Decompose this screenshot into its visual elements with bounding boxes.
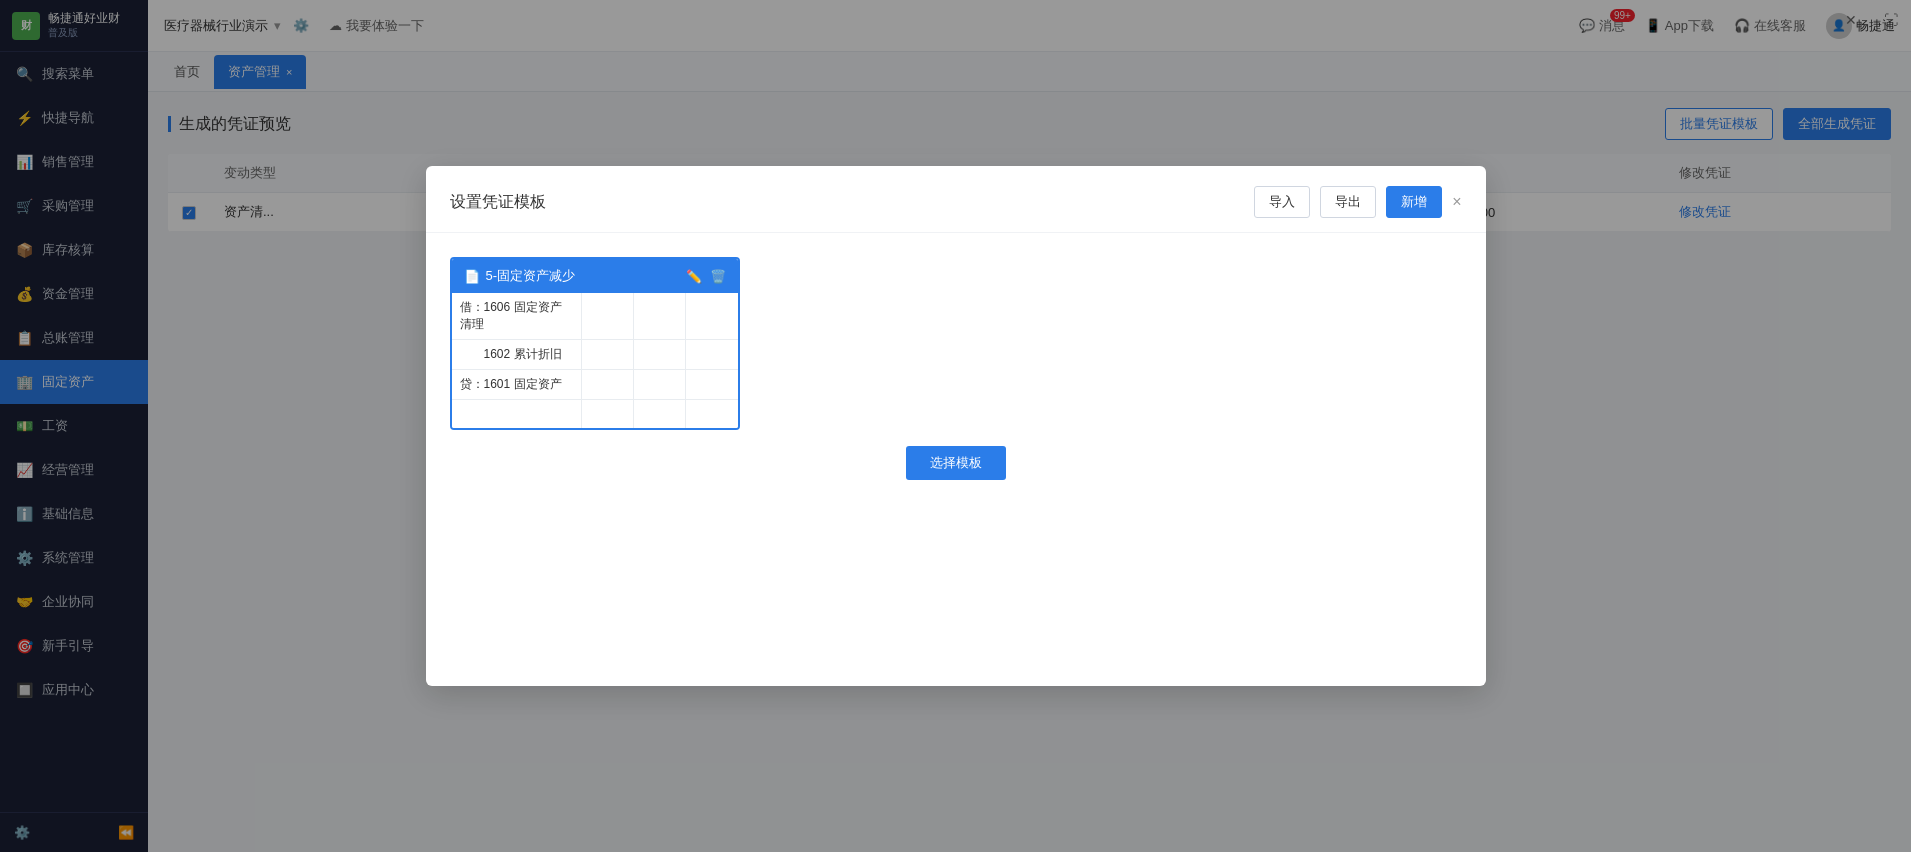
template-cell-label-3: 贷：1601 固定资产 [452, 370, 582, 399]
template-cell-2-2 [582, 340, 634, 369]
modal-toolbar: 导入 导出 新增 [1254, 186, 1442, 218]
template-card-header: 📄 5-固定资产减少 ✏️ 🗑️ [452, 259, 738, 293]
template-row-4 [452, 400, 738, 428]
modal-overlay: 设置凭证模板 导入 导出 新增 × 📄 5-固定资产减少 ✏️ [0, 0, 1911, 852]
template-cell-2-1 [582, 293, 634, 339]
template-cell-3-3 [634, 370, 686, 399]
modal-body: 📄 5-固定资产减少 ✏️ 🗑️ 借：1606 固定资产清理 [426, 233, 1486, 504]
template-cell-3-2 [634, 340, 686, 369]
template-cell-3-1 [634, 293, 686, 339]
template-delete-icon[interactable]: 🗑️ [710, 269, 726, 284]
template-cell-label-2: 1602 累计折旧 [452, 340, 582, 369]
modal-title: 设置凭证模板 [450, 192, 546, 213]
template-cell-label-4 [452, 400, 582, 428]
template-cell-2-3 [582, 370, 634, 399]
template-row-3: 贷：1601 固定资产 [452, 370, 738, 400]
new-template-btn[interactable]: 新增 [1386, 186, 1442, 218]
template-file-icon: 📄 [464, 269, 480, 284]
template-cell-4-3 [686, 370, 737, 399]
template-card-body: 借：1606 固定资产清理 1602 累计折旧 贷：1601 固定资产 [452, 293, 738, 428]
select-btn-area: 选择模板 [450, 446, 1462, 480]
template-name-area: 📄 5-固定资产减少 [464, 267, 576, 285]
template-edit-icon[interactable]: ✏️ [686, 269, 702, 284]
template-cell-4-1 [686, 293, 737, 339]
template-cell-label-1: 借：1606 固定资产清理 [452, 293, 582, 339]
modal-close-btn[interactable]: × [1452, 193, 1461, 211]
template-cell-4-4 [686, 400, 737, 428]
template-cell-2-4 [582, 400, 634, 428]
import-btn[interactable]: 导入 [1254, 186, 1310, 218]
modal-dialog: 设置凭证模板 导入 导出 新增 × 📄 5-固定资产减少 ✏️ [426, 166, 1486, 686]
select-template-btn[interactable]: 选择模板 [906, 446, 1006, 480]
export-btn[interactable]: 导出 [1320, 186, 1376, 218]
modal-header: 设置凭证模板 导入 导出 新增 × [426, 166, 1486, 233]
template-name: 5-固定资产减少 [486, 267, 576, 285]
template-card: 📄 5-固定资产减少 ✏️ 🗑️ 借：1606 固定资产清理 [450, 257, 740, 430]
template-actions: ✏️ 🗑️ [686, 269, 726, 284]
template-row-2: 1602 累计折旧 [452, 340, 738, 370]
modal-header-right: 导入 导出 新增 × [1254, 186, 1461, 218]
template-cell-3-4 [634, 400, 686, 428]
template-row-1: 借：1606 固定资产清理 [452, 293, 738, 340]
template-cell-4-2 [686, 340, 737, 369]
